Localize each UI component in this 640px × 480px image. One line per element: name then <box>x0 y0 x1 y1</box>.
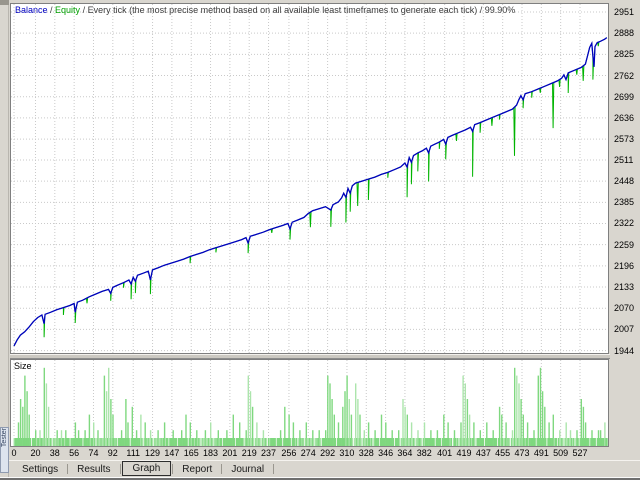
equity-legend-label: Equity <box>55 5 81 15</box>
value-axis-label: 2322 <box>614 218 635 229</box>
strategy-tester-panel: Balance / Equity / Every tick (the most … <box>0 0 640 480</box>
value-axis-label: 2385 <box>614 197 635 208</box>
trade-axis-label: 74 <box>88 448 99 458</box>
tab-divider <box>221 464 223 474</box>
trade-axis-label: 256 <box>281 448 297 458</box>
legend-separator: / <box>47 5 56 15</box>
trade-axis-label: 56 <box>69 448 80 458</box>
tab-divider <box>273 464 275 474</box>
value-axis-label: 2511 <box>614 154 634 165</box>
trade-axis-label: 364 <box>397 448 413 458</box>
value-axis-label: 2448 <box>614 176 635 187</box>
trade-axis-label: 292 <box>320 448 336 458</box>
trade-axis-label: 183 <box>203 448 219 458</box>
value-axis-label: 2636 <box>614 112 635 123</box>
trade-axis-label: 346 <box>378 448 394 458</box>
balance-equity-chart: Balance / Equity / Every tick (the most … <box>10 3 609 354</box>
value-axis-label: 2951 <box>614 7 635 17</box>
trade-axis-label: 328 <box>358 448 374 458</box>
trade-axis-label: 129 <box>145 448 161 458</box>
trade-axis-label: 38 <box>49 448 60 458</box>
value-axis-label: 2825 <box>614 49 635 60</box>
value-axis-label: 2196 <box>614 260 635 271</box>
trade-axis-label: 0 <box>11 448 17 458</box>
tab-settings[interactable]: Settings <box>14 463 66 476</box>
value-axis-label: 2007 <box>614 324 635 335</box>
trade-axis-label: 219 <box>241 448 257 458</box>
size-histogram-svg <box>13 360 608 446</box>
trade-axis-label: 419 <box>456 448 472 458</box>
tester-vertical-tab[interactable]: Tester <box>0 427 9 473</box>
balance-legend-label: Balance <box>15 5 48 15</box>
trade-axis-label: 401 <box>437 448 453 458</box>
tab-report[interactable]: Report <box>174 463 220 476</box>
value-axis-label: 2573 <box>614 134 635 145</box>
tab-divider <box>172 464 174 474</box>
value-axis-label: 2133 <box>614 282 635 293</box>
trade-axis: 0 20 38 56 74 92 111 129 147 165 183 201 219 237 256 27… <box>0 447 640 460</box>
balance-equity-plot-svg <box>11 4 608 353</box>
legend-separator: / <box>80 5 88 15</box>
trade-axis-label: 201 <box>222 448 238 458</box>
chart-legend: Balance / Equity / Every tick (the most … <box>15 5 515 15</box>
size-histogram-panel: Size <box>10 359 609 447</box>
value-axis-label: 1944 <box>614 345 635 356</box>
tab-results[interactable]: Results <box>69 463 118 476</box>
value-axis-label: 2762 <box>614 70 635 81</box>
trade-axis-label: 20 <box>30 448 41 458</box>
tab-graph[interactable]: Graph <box>121 460 172 476</box>
trade-axis-label: 509 <box>553 448 569 458</box>
tester-vertical-label: Tester <box>1 428 8 448</box>
tab-divider <box>67 464 69 474</box>
size-panel-label: Size <box>14 361 32 371</box>
toolbar-fragment <box>0 0 9 5</box>
trade-axis-label: 310 <box>339 448 355 458</box>
tab-journal[interactable]: Journal <box>223 463 272 476</box>
trade-axis-label: 274 <box>300 448 316 458</box>
trade-axis-label: 491 <box>533 448 549 458</box>
trade-axis-label: 437 <box>475 448 491 458</box>
trade-axis-label: 237 <box>261 448 277 458</box>
trade-axis-label: 92 <box>107 448 118 458</box>
trade-axis-label: 147 <box>164 448 180 458</box>
value-axis: 2951 2888 2825 2762 2699 2636 2573 2511 2448 2385… <box>610 0 640 447</box>
trade-axis-label: 165 <box>183 448 199 458</box>
tab-divider <box>119 464 121 474</box>
value-axis-label: 2259 <box>614 239 635 250</box>
value-axis-label: 2070 <box>614 303 635 314</box>
tick-model-description: Every tick (the most precise method base… <box>87 5 516 15</box>
trade-axis-label: 382 <box>416 448 432 458</box>
value-axis-label: 2699 <box>614 91 635 102</box>
trade-axis-label: 111 <box>126 448 141 458</box>
left-gutter: Tester <box>0 0 9 480</box>
tester-tab-bar: Settings Results Graph Report Journal <box>0 460 640 477</box>
value-axis-label: 2888 <box>614 28 635 39</box>
trade-axis-label: 527 <box>572 448 588 458</box>
trade-axis-label: 455 <box>495 448 511 458</box>
trade-axis-label: 473 <box>514 448 530 458</box>
